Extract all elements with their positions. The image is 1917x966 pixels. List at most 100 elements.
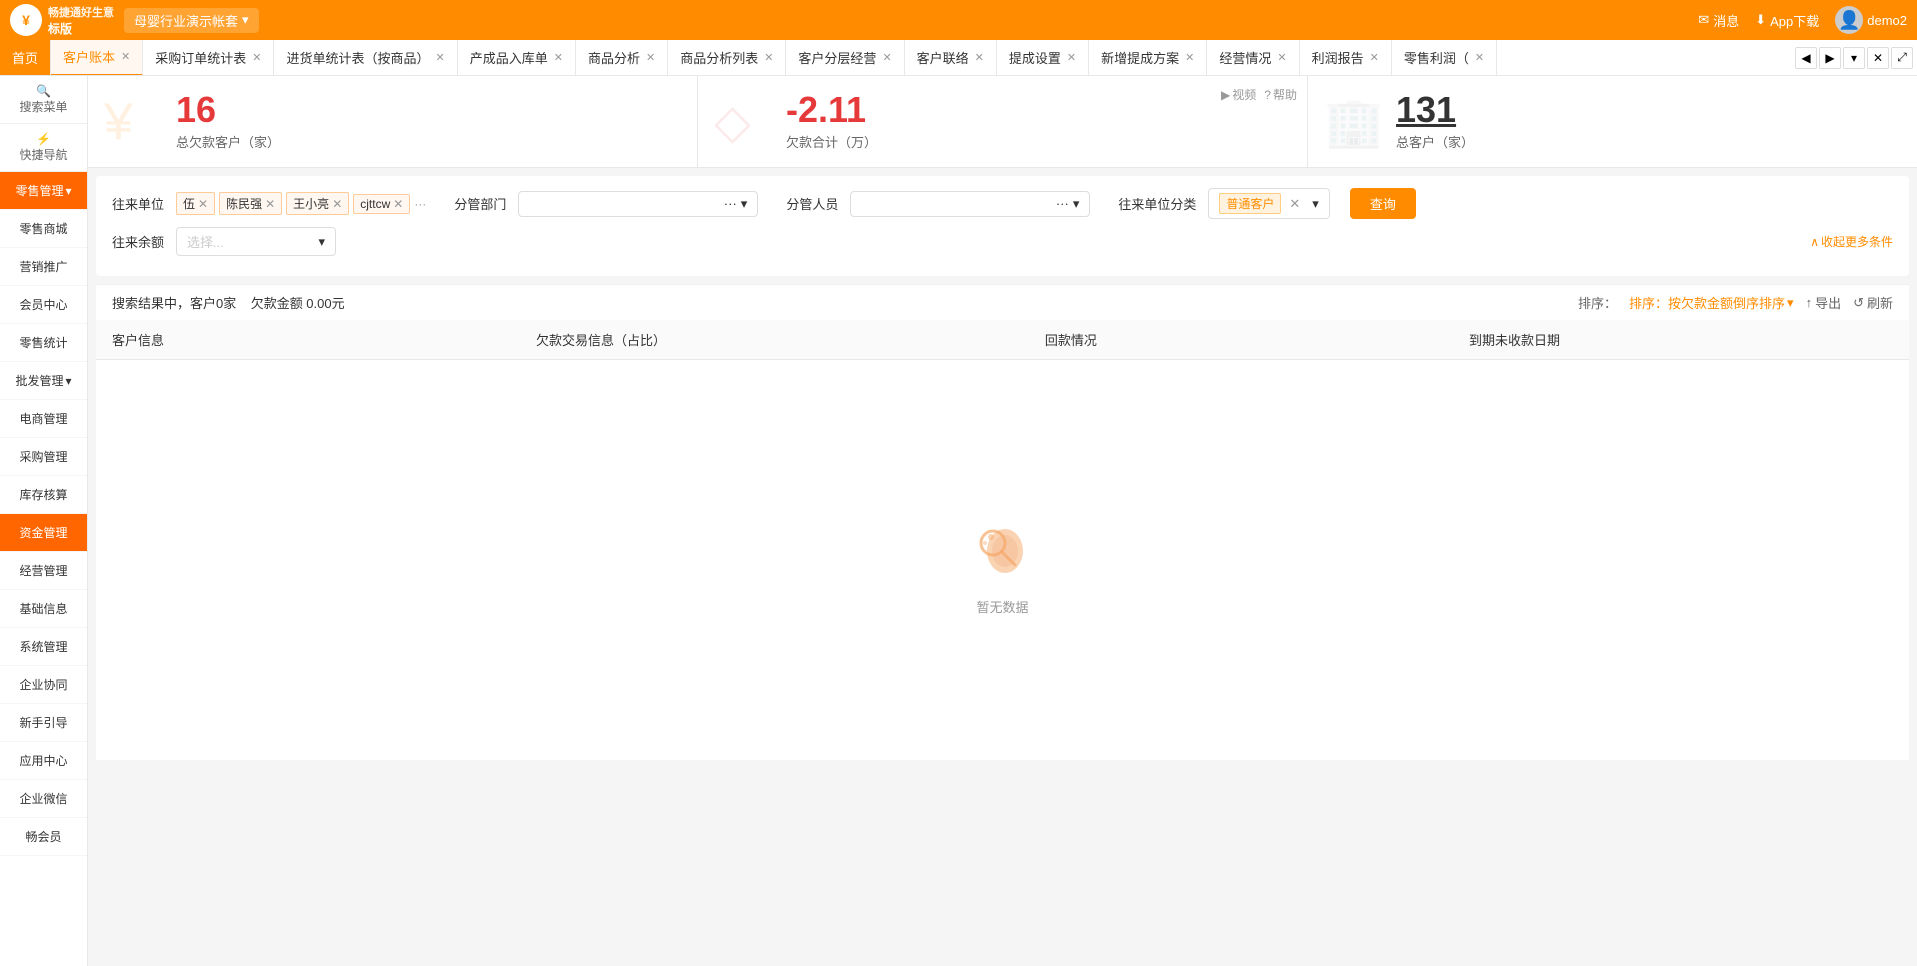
tab-customer-contact[interactable]: 客户联络 ✕ [905, 40, 997, 76]
tab-product-inbound[interactable]: 产成品入库单 ✕ [458, 40, 576, 76]
sidebar-item-business-mgmt[interactable]: 经营管理 [0, 552, 87, 590]
tab-product-analysis-close[interactable]: ✕ [646, 51, 655, 64]
app-center-label: 应用中心 [19, 754, 67, 768]
new-guide-label: 新手引导 [19, 716, 67, 730]
sidebar-item-retail-mall[interactable]: 零售商城 [0, 210, 87, 248]
sidebar-item-new-guide[interactable]: 新手引导 [0, 704, 87, 742]
tab-purchase-order[interactable]: 采购订单统计表 ✕ [143, 40, 274, 76]
tab-scroll-left[interactable]: ◀ [1795, 47, 1817, 69]
sidebar-item-purchase-mgmt[interactable]: 采购管理 [0, 438, 87, 476]
sidebar-search[interactable]: 🔍 搜索菜单 [0, 76, 87, 124]
tab-product-analysis-list[interactable]: 商品分析列表 ✕ [668, 40, 786, 76]
sidebar-item-system-mgmt[interactable]: 系统管理 [0, 628, 87, 666]
tab-customer-book-close[interactable]: ✕ [121, 50, 130, 63]
sidebar-item-member-center[interactable]: 会员中心 [0, 286, 87, 324]
user-profile[interactable]: 👤 demo2 [1835, 6, 1907, 34]
tab-customer-tier-close[interactable]: ✕ [882, 51, 891, 64]
filter-tag-chen-close[interactable]: ✕ [265, 197, 275, 211]
sidebar-item-retail-mgmt[interactable]: 零售管理 ▾ [0, 172, 87, 210]
retail-stats-label: 零售统计 [19, 336, 67, 350]
tab-menu[interactable]: ▾ [1843, 47, 1865, 69]
help-btn[interactable]: ? 帮助 [1264, 86, 1297, 103]
message-btn[interactable]: ✉ 消息 [1698, 11, 1739, 30]
tab-customer-tier[interactable]: 客户分层经营 ✕ [786, 40, 904, 76]
tab-profit-report[interactable]: 利润报告 ✕ [1300, 40, 1392, 76]
stat-card-debt: ◇ -2.11 欠款合计（万） ▶ 视频 ? 帮助 [698, 76, 1308, 167]
tab-fullscreen[interactable]: ⤢ [1891, 47, 1913, 69]
filter-tag-cjttcw-close[interactable]: ✕ [393, 197, 403, 211]
app-download-btn[interactable]: ⬇ App下载 [1755, 11, 1819, 30]
sidebar-item-ecommerce[interactable]: 电商管理 [0, 400, 87, 438]
tab-new-proposal[interactable]: 新增提成方案 ✕ [1089, 40, 1207, 76]
tab-business-status-close[interactable]: ✕ [1277, 51, 1286, 64]
tab-business-status-label: 经营情况 [1219, 48, 1271, 67]
sidebar-quick-nav[interactable]: ⚡ 快捷导航 [0, 124, 87, 172]
refresh-label: 刷新 [1867, 293, 1893, 312]
query-button[interactable]: 查询 [1350, 188, 1416, 219]
tab-customer-contact-close[interactable]: ✕ [975, 51, 984, 64]
chevron-person-icon: ▾ [1073, 196, 1080, 212]
sidebar-item-wholesale-mgmt[interactable]: 批发管理 ▾ [0, 362, 87, 400]
tab-proposal-settings-close[interactable]: ✕ [1067, 51, 1076, 64]
sidebar-item-basic-info[interactable]: 基础信息 [0, 590, 87, 628]
col-customer-info: 客户信息 [112, 330, 536, 349]
empty-text: 暂无数据 [976, 597, 1028, 616]
filter-row-2: 往来余额 选择... ▾ ∧ 收起更多条件 [112, 227, 1893, 256]
filter-tag-chen-text: 陈民强 [226, 195, 262, 212]
stat-card-total-customers: 🏢 131 总客户（家） [1308, 76, 1917, 167]
video-btn[interactable]: ▶ 视频 [1221, 86, 1256, 103]
sidebar-item-capital-mgmt[interactable]: 资金管理 [0, 514, 87, 552]
sort-btn[interactable]: 排序：按欠款金额倒序排序 ▾ [1629, 293, 1794, 312]
tab-inbound-stats[interactable]: 进货单统计表（按商品） ✕ [274, 40, 457, 76]
member-center-label: 会员中心 [19, 298, 67, 312]
tab-close-all[interactable]: ✕ [1867, 47, 1889, 69]
more-person-icon: ··· [1056, 196, 1069, 211]
filter-tag-wang-text: 王小亮 [293, 195, 329, 212]
filter-category-tag-close[interactable]: ✕ [1289, 196, 1300, 212]
tab-scroll-right[interactable]: ▶ [1819, 47, 1841, 69]
result-text-area: 搜索结果中，客户0家 欠款金额 0.00元 [112, 293, 345, 312]
tab-product-analysis[interactable]: 商品分析 ✕ [576, 40, 668, 76]
filter-tag-wu-close[interactable]: ✕ [198, 197, 208, 211]
filter-tag-cjttcw-text: cjttcw [360, 197, 390, 211]
filter-balance-select[interactable]: 选择... ▾ [176, 227, 336, 256]
sidebar-item-app-center[interactable]: 应用中心 [0, 742, 87, 780]
tab-customer-book[interactable]: 客户账本 ✕ [51, 40, 143, 76]
tab-new-proposal-close[interactable]: ✕ [1185, 51, 1194, 64]
filter-area: 往来单位 伍 ✕ 陈民强 ✕ 王小亮 ✕ cjttcw [96, 176, 1909, 276]
business-mgmt-label: 经营管理 [19, 564, 67, 578]
tab-retail-profit-close[interactable]: ✕ [1475, 51, 1484, 64]
top-right-tools: ✉ 消息 ⬇ App下载 👤 demo2 [1698, 6, 1907, 34]
tab-inbound-stats-close[interactable]: ✕ [436, 51, 445, 64]
tab-business-status[interactable]: 经营情况 ✕ [1207, 40, 1299, 76]
sidebar-item-inventory[interactable]: 库存核算 [0, 476, 87, 514]
filter-tag-wang-close[interactable]: ✕ [332, 197, 342, 211]
result-text: 搜索结果中，客户0家 [112, 296, 236, 311]
amount-text: 欠款金额 0.00元 [251, 296, 345, 311]
filter-tag-wu-text: 伍 [183, 195, 195, 212]
chevron-icon: ▾ [65, 184, 71, 198]
tab-proposal-settings[interactable]: 提成设置 ✕ [997, 40, 1089, 76]
tab-product-inbound-close[interactable]: ✕ [554, 51, 563, 64]
filter-category-select[interactable]: 普通客户 ✕ ▾ [1208, 188, 1329, 219]
filter-person-select[interactable]: ··· ▾ [850, 191, 1090, 217]
tab-product-analysis-list-close[interactable]: ✕ [764, 51, 773, 64]
empty-state: 暂无数据 [963, 445, 1043, 676]
sidebar-item-enterprise-wechat[interactable]: 企业微信 [0, 780, 87, 818]
sidebar-item-enterprise-collab[interactable]: 企业协同 [0, 666, 87, 704]
sidebar-item-vip-member[interactable]: 畅会员 [0, 818, 87, 856]
workspace-selector[interactable]: 母婴行业演示帐套 ▾ [124, 8, 259, 33]
filter-dept-label: 分管部门 [454, 194, 506, 213]
tab-retail-profit[interactable]: 零售利润（ ✕ [1392, 40, 1497, 76]
collapse-btn[interactable]: ∧ 收起更多条件 [1810, 233, 1893, 250]
filter-dept-select[interactable]: ··· ▾ [518, 191, 758, 217]
sidebar-item-retail-stats[interactable]: 零售统计 [0, 324, 87, 362]
tab-home[interactable]: 首页 [0, 40, 51, 76]
export-btn[interactable]: ↑ 导出 [1806, 293, 1842, 312]
filter-more-btn[interactable]: ··· [414, 197, 426, 211]
sidebar-item-marketing[interactable]: 营销推广 [0, 248, 87, 286]
col-due-date: 到期未收款日期 [1469, 330, 1893, 349]
tab-purchase-order-close[interactable]: ✕ [252, 51, 261, 64]
refresh-btn[interactable]: ↺ 刷新 [1853, 293, 1893, 312]
tab-profit-report-close[interactable]: ✕ [1370, 51, 1379, 64]
